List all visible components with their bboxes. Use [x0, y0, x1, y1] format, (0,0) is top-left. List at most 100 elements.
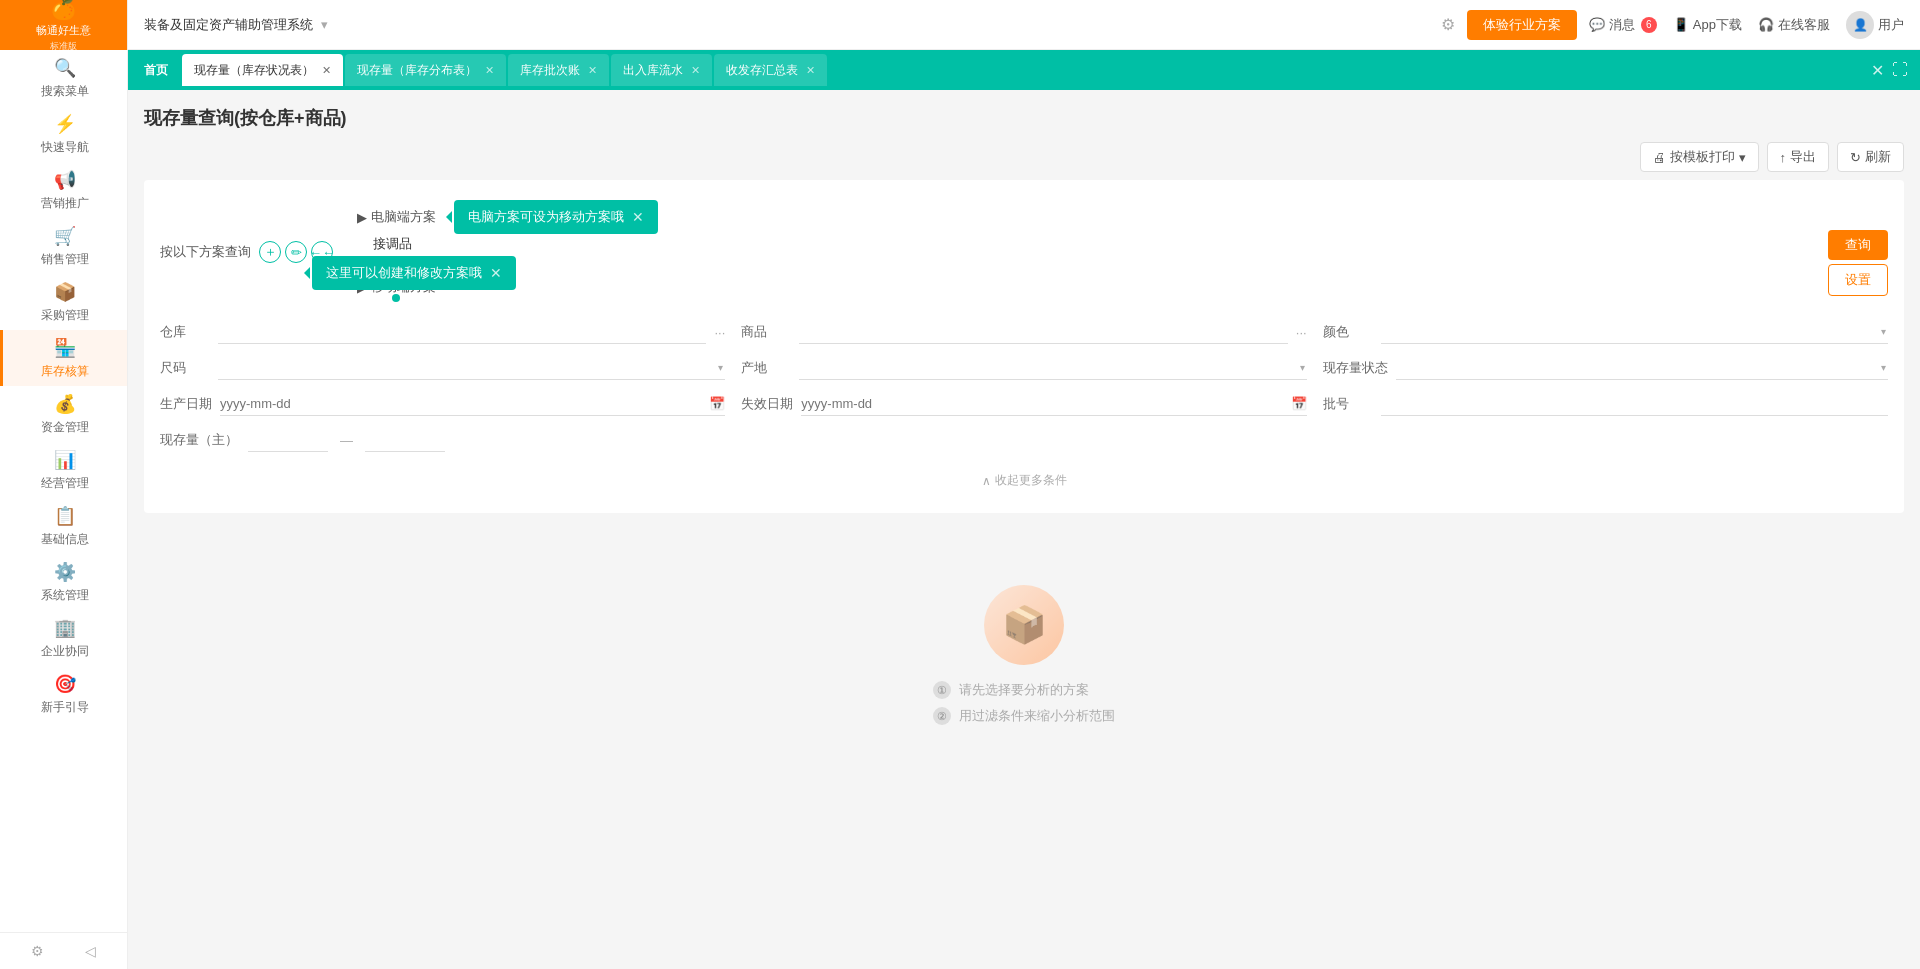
tab-bar: 首页现存量（库存状况表）✕现存量（库存分布表）✕库存批次账✕出入库流水✕收发存汇…	[128, 50, 1920, 90]
sidebar-bottom: ⚙ ◁	[0, 932, 127, 969]
batch-input[interactable]	[1381, 392, 1888, 416]
origin-select[interactable]	[799, 356, 1306, 379]
tab-close-recv-summary[interactable]: ✕	[806, 64, 815, 77]
tab-close-inventory-dist[interactable]: ✕	[485, 64, 494, 77]
tab-close-inout-flow[interactable]: ✕	[691, 64, 700, 77]
sidebar-item-label-operations: 经营管理	[41, 475, 89, 492]
sales-icon: 🛒	[54, 225, 76, 247]
sidebar-item-system[interactable]: ⚙️ 系统管理	[0, 554, 127, 610]
stock-qty-label: 现存量（主）	[160, 431, 240, 449]
user-avatar: 👤	[1846, 11, 1874, 39]
empty-step-1: ① 请先选择要分析的方案	[933, 677, 1115, 703]
tab-batch-account[interactable]: 库存批次账 ✕	[508, 54, 609, 86]
sidebar-item-inventory[interactable]: 🏪 库存核算	[0, 330, 127, 386]
header-settings-icon[interactable]: ⚙	[1441, 15, 1455, 34]
base-info-icon: 📋	[54, 505, 76, 527]
scheme-dropdown-area: ▶ 电脑端方案 接调品 ▶ 移动端方案	[349, 196, 444, 308]
enterprise-icon: 🏢	[54, 617, 76, 639]
export-btn[interactable]: ↑ 导出	[1767, 142, 1830, 172]
sidebar-item-enterprise[interactable]: 🏢 企业协同	[0, 610, 127, 666]
reset-btn[interactable]: 设置	[1828, 264, 1888, 296]
sidebar-item-sales[interactable]: 🛒 销售管理	[0, 218, 127, 274]
empty-steps: ① 请先选择要分析的方案 ② 用过滤条件来缩小分析范围	[933, 677, 1115, 729]
print-icon: 🖨	[1653, 150, 1666, 165]
filter-label: 按以下方案查询	[160, 243, 251, 261]
sidebar-item-operations[interactable]: 📊 经营管理	[0, 442, 127, 498]
scheme-pc-header[interactable]: ▶ 电脑端方案	[349, 204, 444, 230]
stock-status-wrapper: ▾	[1396, 356, 1888, 380]
industry-btn[interactable]: 体验行业方案	[1467, 10, 1577, 40]
tab-close-inventory-status[interactable]: ✕	[322, 64, 331, 77]
edit-scheme-btn[interactable]: ✏	[285, 241, 307, 263]
app-title-area: 装备及固定资产辅助管理系统 ▾	[144, 16, 1429, 34]
add-scheme-btn[interactable]: ＋	[259, 241, 281, 263]
refresh-btn[interactable]: ↻ 刷新	[1837, 142, 1904, 172]
sidebar-item-label-base-info: 基础信息	[41, 531, 89, 548]
template-print-btn[interactable]: 🖨 按模板打印 ▾	[1640, 142, 1759, 172]
tab-home[interactable]: 首页	[132, 54, 180, 86]
message-action[interactable]: 💬 消息 6	[1589, 16, 1657, 34]
tooltip-1-close[interactable]: ✕	[632, 209, 644, 225]
sidebar-item-guide[interactable]: 🎯 新手引导	[0, 666, 127, 722]
expire-date-from[interactable]	[801, 392, 1290, 415]
collapse-sidebar-icon[interactable]: ◁	[85, 943, 96, 959]
tabs-container: 首页现存量（库存状况表）✕现存量（库存分布表）✕库存批次账✕出入库流水✕收发存汇…	[132, 54, 1871, 86]
sidebar-item-finance[interactable]: 💰 资金管理	[0, 386, 127, 442]
stock-qty-to[interactable]	[365, 428, 445, 452]
goods-input[interactable]	[799, 320, 1287, 344]
produce-date-calendar-icon[interactable]: 📅	[709, 396, 725, 411]
scheme-item-jiaodiao[interactable]: 接调品	[349, 230, 444, 258]
guide-icon: 🎯	[54, 673, 76, 695]
app-download-action[interactable]: 📱 App下载	[1673, 16, 1742, 34]
step-1-num: ①	[933, 681, 951, 699]
warehouse-dots-icon[interactable]: ···	[714, 325, 725, 340]
sidebar-item-search-menu[interactable]: 🔍 搜索菜单	[0, 50, 127, 106]
warehouse-input[interactable]	[218, 320, 706, 344]
tab-inout-flow[interactable]: 出入库流水✕	[611, 54, 712, 86]
query-btn[interactable]: 查询	[1828, 230, 1888, 260]
tooltip-2-text: 这里可以创建和修改方案哦	[326, 264, 482, 282]
sidebar-item-marketing[interactable]: 📢 营销推广	[0, 162, 127, 218]
maximize-icon[interactable]: ⛶	[1892, 61, 1908, 79]
dot-indicator	[392, 294, 400, 302]
step-1-text: 请先选择要分析的方案	[959, 677, 1089, 703]
tab-close-batch-account[interactable]: ✕	[588, 64, 597, 77]
sidebar-item-label-inventory: 库存核算	[41, 363, 89, 380]
stock-qty-from[interactable]	[248, 428, 328, 452]
online-support-action[interactable]: 🎧 在线客服	[1758, 16, 1830, 34]
sidebar-item-label-search-menu: 搜索菜单	[41, 83, 89, 100]
tab-recv-summary[interactable]: 收发存汇总表✕	[714, 54, 827, 86]
tab-label-batch-account: 库存批次账	[520, 62, 580, 79]
user-action[interactable]: 👤 用户	[1846, 11, 1904, 39]
tab-inventory-dist[interactable]: 现存量（库存分布表）✕	[345, 54, 506, 86]
tab-label-inventory-status: 现存量（库存状况表）	[194, 62, 314, 79]
sidebar-item-purchase[interactable]: 📦 采购管理	[0, 274, 127, 330]
tab-inventory-status[interactable]: 现存量（库存状况表） ✕	[182, 54, 343, 86]
filter-origin: 产地 ▾	[741, 356, 1306, 380]
toolbar-row: 🖨 按模板打印 ▾ ↑ 导出 ↻ 刷新	[144, 142, 1904, 172]
filter-stock-status: 现存量状态 ▾	[1323, 356, 1888, 380]
expire-date-calendar-icon[interactable]: 📅	[1291, 396, 1307, 411]
search-buttons: 查询 设置	[1828, 230, 1888, 296]
collapse-btn[interactable]: ∧ 收起更多条件	[160, 464, 1888, 497]
close-tab-icon[interactable]: ✕	[1871, 61, 1884, 80]
color-label: 颜色	[1323, 323, 1373, 341]
tooltip-2-close[interactable]: ✕	[490, 265, 502, 281]
inventory-icon: 🏪	[54, 337, 76, 359]
produce-date-from[interactable]	[220, 392, 709, 415]
app-title-dropdown-icon[interactable]: ▾	[321, 17, 328, 32]
stock-status-select[interactable]	[1396, 356, 1888, 379]
color-select[interactable]	[1381, 320, 1888, 343]
step-2-num: ②	[933, 707, 951, 725]
print-dropdown-icon: ▾	[1739, 150, 1746, 165]
expire-date-label: 失效日期	[741, 395, 793, 413]
size-select[interactable]	[218, 356, 725, 379]
sidebar-item-base-info[interactable]: 📋 基础信息	[0, 498, 127, 554]
quick-nav-icon: ⚡	[54, 113, 76, 135]
settings-gear-icon[interactable]: ⚙	[31, 943, 44, 959]
goods-dots-icon[interactable]: ···	[1296, 325, 1307, 340]
content-area: 现存量查询(按仓库+商品) 🖨 按模板打印 ▾ ↑ 导出 ↻ 刷新 按以下方案查…	[128, 90, 1920, 969]
origin-select-wrapper: ▾	[799, 356, 1306, 380]
goods-label: 商品	[741, 323, 791, 341]
sidebar-item-quick-nav[interactable]: ⚡ 快速导航	[0, 106, 127, 162]
